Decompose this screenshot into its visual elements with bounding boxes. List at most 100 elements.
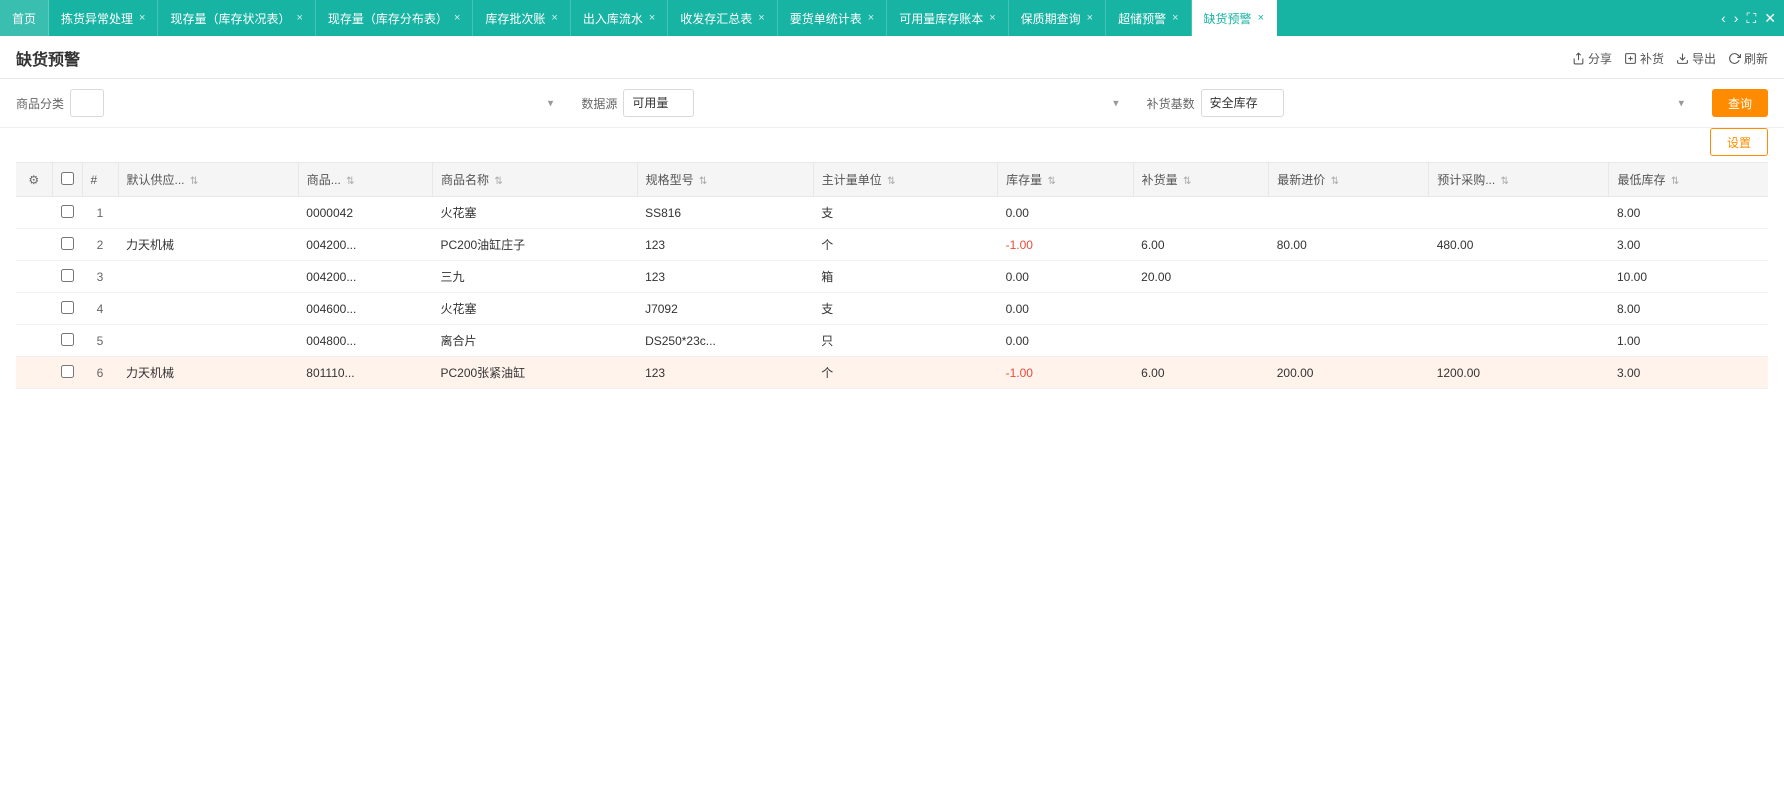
select-all-checkbox[interactable]: [61, 172, 74, 185]
cell-spec-5: 123: [637, 357, 813, 389]
tab-available[interactable]: 可用量库存账本 ×: [887, 0, 1008, 36]
row-checkbox-3[interactable]: [61, 301, 74, 314]
tab-shortage[interactable]: 缺货预警 ×: [1192, 0, 1277, 36]
tab-nav-btns: ‹ › ⛶ ✕: [1713, 0, 1784, 36]
row-checkbox-0[interactable]: [61, 205, 74, 218]
data-table: ⚙ # 默认供应... ⇅ 商品... ⇅ 商品名称 ⇅ 规格型号 ⇅ 主计量单…: [16, 162, 1768, 389]
sort-icon-code[interactable]: ⇅: [346, 176, 354, 187]
cell-stock-1: -1.00: [998, 229, 1134, 261]
restock-select[interactable]: 安全库存: [1201, 89, 1284, 117]
cell-unit-5: 个: [813, 357, 997, 389]
tab-exception[interactable]: 拣货异常处理 ×: [49, 0, 158, 36]
col-header-latest-price: 最新进价 ⇅: [1269, 163, 1429, 197]
col-header-est-purchase: 预计采购... ⇅: [1429, 163, 1609, 197]
col-header-supplier: 默认供应... ⇅: [118, 163, 298, 197]
export-icon: [1676, 52, 1689, 65]
tab-close-summary[interactable]: ×: [758, 12, 764, 24]
tab-close-all[interactable]: ✕: [1760, 0, 1780, 36]
tab-close-overstock[interactable]: ×: [1172, 12, 1178, 24]
page-header: 缺货预警 分享 补货 导出 刷新: [0, 36, 1784, 79]
tab-close-inout[interactable]: ×: [649, 12, 655, 24]
cell-est-purchase-3: [1429, 293, 1609, 325]
sort-icon-latest-price[interactable]: ⇅: [1331, 176, 1339, 187]
tab-close-requisition[interactable]: ×: [868, 12, 874, 24]
query-button[interactable]: 查询: [1712, 89, 1768, 117]
cell-restock-qty-1: 6.00: [1133, 229, 1269, 261]
tab-maximize[interactable]: ⛶: [1742, 0, 1760, 36]
row-checkbox-4[interactable]: [61, 333, 74, 346]
sort-icon-min-stock[interactable]: ⇅: [1671, 176, 1679, 187]
cell-supplier-0: [118, 197, 298, 229]
tab-inout[interactable]: 出入库流水 ×: [571, 0, 668, 36]
share-btn[interactable]: 分享: [1572, 50, 1612, 67]
row-checkbox-1[interactable]: [61, 237, 74, 250]
cell-min-stock-3: 8.00: [1609, 293, 1768, 325]
sort-icon-unit[interactable]: ⇅: [887, 176, 895, 187]
cell-code-5: 801110...: [298, 357, 432, 389]
export-btn[interactable]: 导出: [1676, 50, 1716, 67]
tab-overstock[interactable]: 超储预警 ×: [1106, 0, 1191, 36]
restock-label: 补货基数: [1147, 95, 1195, 112]
cell-spec-0: SS816: [637, 197, 813, 229]
cell-latest-price-1: 80.00: [1269, 229, 1429, 261]
datasource-select[interactable]: 可用量: [623, 89, 694, 117]
tab-close-shortage[interactable]: ×: [1258, 12, 1264, 24]
tab-batch[interactable]: 库存批次账 ×: [473, 0, 570, 36]
refresh-btn[interactable]: 刷新: [1728, 50, 1768, 67]
cell-checkbox-1: [52, 229, 82, 261]
cell-est-purchase-1: 480.00: [1429, 229, 1609, 261]
row-checkbox-2[interactable]: [61, 269, 74, 282]
tab-stock-status[interactable]: 现存量（库存状况表） ×: [158, 0, 315, 36]
cell-num-1: 2: [82, 229, 118, 261]
cell-gear-4: [16, 325, 52, 357]
row-checkbox-5[interactable]: [61, 365, 74, 378]
cell-checkbox-0: [52, 197, 82, 229]
tab-close-stock-dist[interactable]: ×: [454, 12, 460, 24]
sort-icon-supplier[interactable]: ⇅: [190, 176, 198, 187]
datasource-filter-group: 数据源 可用量: [581, 89, 1126, 117]
cell-est-purchase-5: 1200.00: [1429, 357, 1609, 389]
tab-scroll-right[interactable]: ›: [1730, 0, 1743, 36]
tab-stock-dist[interactable]: 现存量（库存分布表） ×: [316, 0, 473, 36]
sort-icon-est-purchase[interactable]: ⇅: [1501, 176, 1509, 187]
table-row: 5 004800... 离合片 DS250*23c... 只 0.00 1.00: [16, 325, 1768, 357]
tab-close-expiry[interactable]: ×: [1087, 12, 1093, 24]
cell-stock-3: 0.00: [998, 293, 1134, 325]
main-content: 缺货预警 分享 补货 导出 刷新 商品分类: [0, 36, 1784, 796]
tab-close-exception[interactable]: ×: [139, 12, 145, 24]
tab-summary[interactable]: 收发存汇总表 ×: [668, 0, 777, 36]
cell-unit-0: 支: [813, 197, 997, 229]
cell-num-5: 6: [82, 357, 118, 389]
header-actions: 分享 补货 导出 刷新: [1572, 50, 1768, 67]
col-header-gear: ⚙: [16, 163, 52, 197]
tab-scroll-left[interactable]: ‹: [1717, 0, 1730, 36]
filter-row-1: 商品分类 数据源 可用量 补货基数 安全库存: [0, 79, 1784, 128]
category-select[interactable]: [70, 89, 104, 117]
restock-filter-group: 补货基数 安全库存: [1147, 89, 1692, 117]
share-icon: [1572, 52, 1585, 65]
cell-stock-4: 0.00: [998, 325, 1134, 357]
tab-bar: 首页 拣货异常处理 × 现存量（库存状况表） × 现存量（库存分布表） × 库存…: [0, 0, 1784, 36]
tab-close-available[interactable]: ×: [989, 12, 995, 24]
restock-select-wrapper: 安全库存: [1201, 89, 1692, 117]
gear-icon[interactable]: ⚙: [28, 173, 39, 187]
tab-expiry[interactable]: 保质期查询 ×: [1009, 0, 1106, 36]
tab-close-batch[interactable]: ×: [551, 12, 557, 24]
cell-unit-1: 个: [813, 229, 997, 261]
col-header-code: 商品... ⇅: [298, 163, 432, 197]
settings-button[interactable]: 设置: [1710, 128, 1768, 156]
cell-min-stock-2: 10.00: [1609, 261, 1768, 293]
tab-requisition[interactable]: 要货单统计表 ×: [778, 0, 887, 36]
cell-num-3: 4: [82, 293, 118, 325]
cell-spec-3: J7092: [637, 293, 813, 325]
sort-icon-restock-qty[interactable]: ⇅: [1183, 176, 1191, 187]
cell-spec-1: 123: [637, 229, 813, 261]
sort-icon-spec[interactable]: ⇅: [699, 176, 707, 187]
sort-icon-name[interactable]: ⇅: [494, 176, 502, 187]
restock-btn[interactable]: 补货: [1624, 50, 1664, 67]
sort-icon-stock[interactable]: ⇅: [1047, 176, 1055, 187]
tab-home[interactable]: 首页: [0, 0, 49, 36]
refresh-icon: [1728, 52, 1741, 65]
settings-row: 设置: [0, 128, 1784, 162]
tab-close-stock-status[interactable]: ×: [296, 12, 302, 24]
